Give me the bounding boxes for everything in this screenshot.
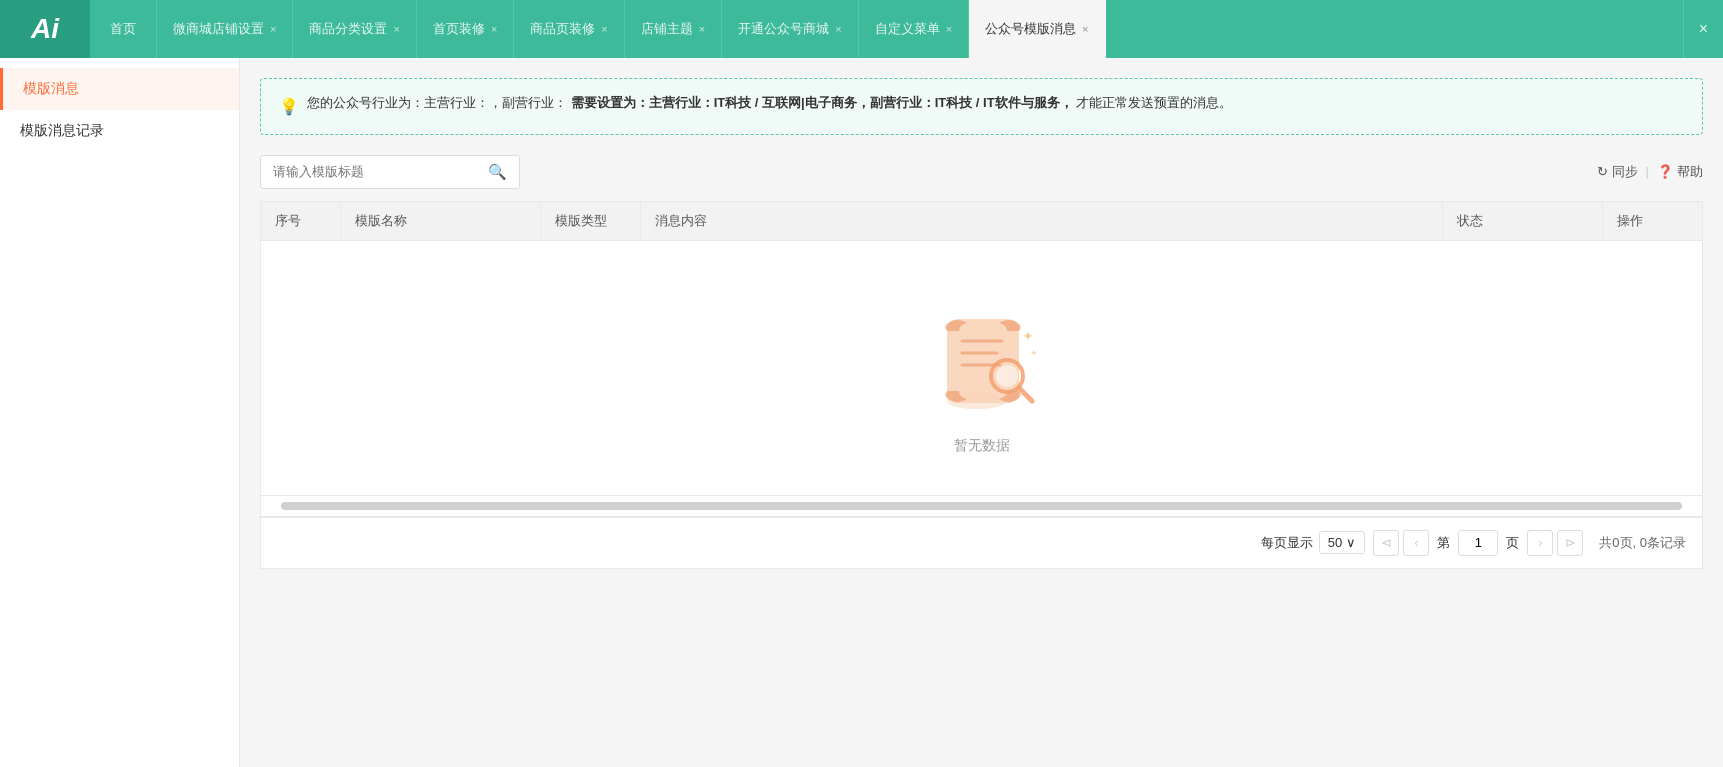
sync-icon: ↻ xyxy=(1597,164,1608,179)
table-body: ✦ ✦ 暂无数据 xyxy=(261,240,1703,495)
sync-label: 同步 xyxy=(1612,163,1638,181)
page-nav: ⊲ ‹ 第 页 › ⊳ xyxy=(1373,530,1583,556)
notice-highlight: 需要设置为：主营行业：IT科技 / 互联网|电子商务，副营行业：IT科技 / I… xyxy=(571,95,1073,110)
nav-tab-label: 开通公众号商城 xyxy=(738,20,829,38)
table-header-row: 序号 模版名称 模版类型 消息内容 状态 操作 xyxy=(261,201,1703,240)
col-header-action: 操作 xyxy=(1603,201,1703,240)
nav-tab-close[interactable]: × xyxy=(1082,23,1088,35)
app-logo: Ai xyxy=(0,0,90,58)
nav-tab-label: 商品页装修 xyxy=(530,20,595,38)
notice-prefix: 您的公众号行业为：主营行业：，副营行业： xyxy=(307,95,567,110)
page-size-label: 每页显示 xyxy=(1261,534,1313,552)
scrollbar-area xyxy=(260,496,1703,517)
nav-tab-close[interactable]: × xyxy=(946,23,952,35)
notice-icon: 💡 xyxy=(279,94,299,120)
nav-tab-wechat-shop[interactable]: 微商城店铺设置 × xyxy=(157,0,293,58)
nav-tab-close[interactable]: × xyxy=(393,23,399,35)
page-label: 第 xyxy=(1437,534,1450,552)
nav-tab-home[interactable]: 首页 xyxy=(90,0,157,58)
page-size-select: 每页显示 50 ∨ xyxy=(1261,531,1365,554)
next-page-button[interactable]: › xyxy=(1527,530,1553,556)
sidebar-item-label: 模版消息 xyxy=(23,80,79,96)
nav-tab-label: 店铺主题 xyxy=(641,20,693,38)
nav-tab-close[interactable]: × xyxy=(270,23,276,35)
nav-tab-close[interactable]: × xyxy=(699,23,705,35)
main-layout: 模版消息模版消息记录 💡 您的公众号行业为：主营行业：，副营行业： 需要设置为：… xyxy=(0,58,1723,767)
svg-text:✦: ✦ xyxy=(1022,328,1034,344)
nav-tab-label: 自定义菜单 xyxy=(875,20,940,38)
nav-tab-shop-theme[interactable]: 店铺主题 × xyxy=(625,0,722,58)
empty-text: 暂无数据 xyxy=(261,437,1702,455)
toolbar-right: ↻ 同步 | ❓ 帮助 xyxy=(1597,163,1703,181)
toolbar: 🔍 ↻ 同步 | ❓ 帮助 xyxy=(260,155,1703,189)
nav-tab-label: 微商城店铺设置 xyxy=(173,20,264,38)
nav-tab-label: 首页装修 xyxy=(433,20,485,38)
nav-tab-open-shop[interactable]: 开通公众号商城 × xyxy=(722,0,858,58)
nav-tab-label: 商品分类设置 xyxy=(309,20,387,38)
sidebar-item-label: 模版消息记录 xyxy=(20,122,104,138)
nav-tab-template-msg[interactable]: 公众号模版消息 × xyxy=(969,0,1105,58)
col-header-content: 消息内容 xyxy=(641,201,1443,240)
empty-state-row: ✦ ✦ 暂无数据 xyxy=(261,240,1703,495)
close-all-button[interactable]: × xyxy=(1683,0,1723,58)
notice-suffix: 才能正常发送预置的消息。 xyxy=(1076,95,1232,110)
content-area: 💡 您的公众号行业为：主营行业：，副营行业： 需要设置为：主营行业：IT科技 /… xyxy=(240,58,1723,767)
nav-tab-home-decor[interactable]: 首页装修 × xyxy=(417,0,514,58)
page-suffix: 页 xyxy=(1506,534,1519,552)
col-header-status: 状态 xyxy=(1443,201,1603,240)
col-header-type: 模版类型 xyxy=(541,201,641,240)
col-header-name: 模版名称 xyxy=(341,201,541,240)
scroll-track[interactable] xyxy=(281,502,1682,510)
nav-tab-close[interactable]: × xyxy=(491,23,497,35)
table-head: 序号 模版名称 模版类型 消息内容 状态 操作 xyxy=(261,201,1703,240)
search-input[interactable] xyxy=(261,157,476,186)
sidebar: 模版消息模版消息记录 xyxy=(0,58,240,767)
help-icon: ❓ xyxy=(1657,164,1673,179)
first-page-button[interactable]: ⊲ xyxy=(1373,530,1399,556)
logo-text: Ai xyxy=(31,13,59,45)
nav-tab-custom-menu[interactable]: 自定义菜单 × xyxy=(859,0,969,58)
nav-tab-product-category[interactable]: 商品分类设置 × xyxy=(293,0,416,58)
last-page-button[interactable]: ⊳ xyxy=(1557,530,1583,556)
nav-tab-close[interactable]: × xyxy=(835,23,841,35)
sync-button[interactable]: ↻ 同步 xyxy=(1597,163,1638,181)
empty-state: ✦ ✦ 暂无数据 xyxy=(261,241,1702,495)
help-button[interactable]: ❓ 帮助 xyxy=(1657,163,1703,181)
svg-text:✦: ✦ xyxy=(1030,348,1038,358)
sidebar-item-template-msg[interactable]: 模版消息 xyxy=(0,68,239,110)
nav-tab-close[interactable]: × xyxy=(601,23,607,35)
pagination: 每页显示 50 ∨ ⊲ ‹ 第 页 › ⊳ 共0页, 0条记录 xyxy=(260,517,1703,569)
page-size-dropdown[interactable]: 50 ∨ xyxy=(1319,531,1365,554)
page-size-value: 50 xyxy=(1328,535,1342,550)
help-label: 帮助 xyxy=(1677,163,1703,181)
notice-text: 您的公众号行业为：主营行业：，副营行业： 需要设置为：主营行业：IT科技 / 互… xyxy=(307,93,1232,114)
prev-page-button[interactable]: ‹ xyxy=(1403,530,1429,556)
svg-line-6 xyxy=(1019,388,1032,401)
total-info: 共0页, 0条记录 xyxy=(1599,534,1686,552)
divider: | xyxy=(1646,164,1649,179)
data-table: 序号 模版名称 模版类型 消息内容 状态 操作 xyxy=(260,201,1703,496)
nav-tab-product-decor[interactable]: 商品页装修 × xyxy=(514,0,624,58)
dropdown-icon: ∨ xyxy=(1346,535,1356,550)
page-input[interactable] xyxy=(1458,530,1498,556)
empty-illustration: ✦ ✦ xyxy=(922,301,1042,421)
nav-tabs-container: 首页微商城店铺设置×商品分类设置×首页装修×商品页装修×店铺主题×开通公众号商城… xyxy=(90,0,1683,58)
search-button[interactable]: 🔍 xyxy=(476,156,519,188)
search-box: 🔍 xyxy=(260,155,520,189)
nav-tab-label: 公众号模版消息 xyxy=(985,20,1076,38)
top-navbar: Ai 首页微商城店铺设置×商品分类设置×首页装修×商品页装修×店铺主题×开通公众… xyxy=(0,0,1723,58)
nav-tab-label: 首页 xyxy=(110,20,136,38)
sidebar-item-template-record[interactable]: 模版消息记录 xyxy=(0,110,239,152)
col-header-seq: 序号 xyxy=(261,201,341,240)
svg-point-5 xyxy=(996,365,1018,387)
notice-box: 💡 您的公众号行业为：主营行业：，副营行业： 需要设置为：主营行业：IT科技 /… xyxy=(260,78,1703,135)
empty-cell: ✦ ✦ 暂无数据 xyxy=(261,240,1703,495)
